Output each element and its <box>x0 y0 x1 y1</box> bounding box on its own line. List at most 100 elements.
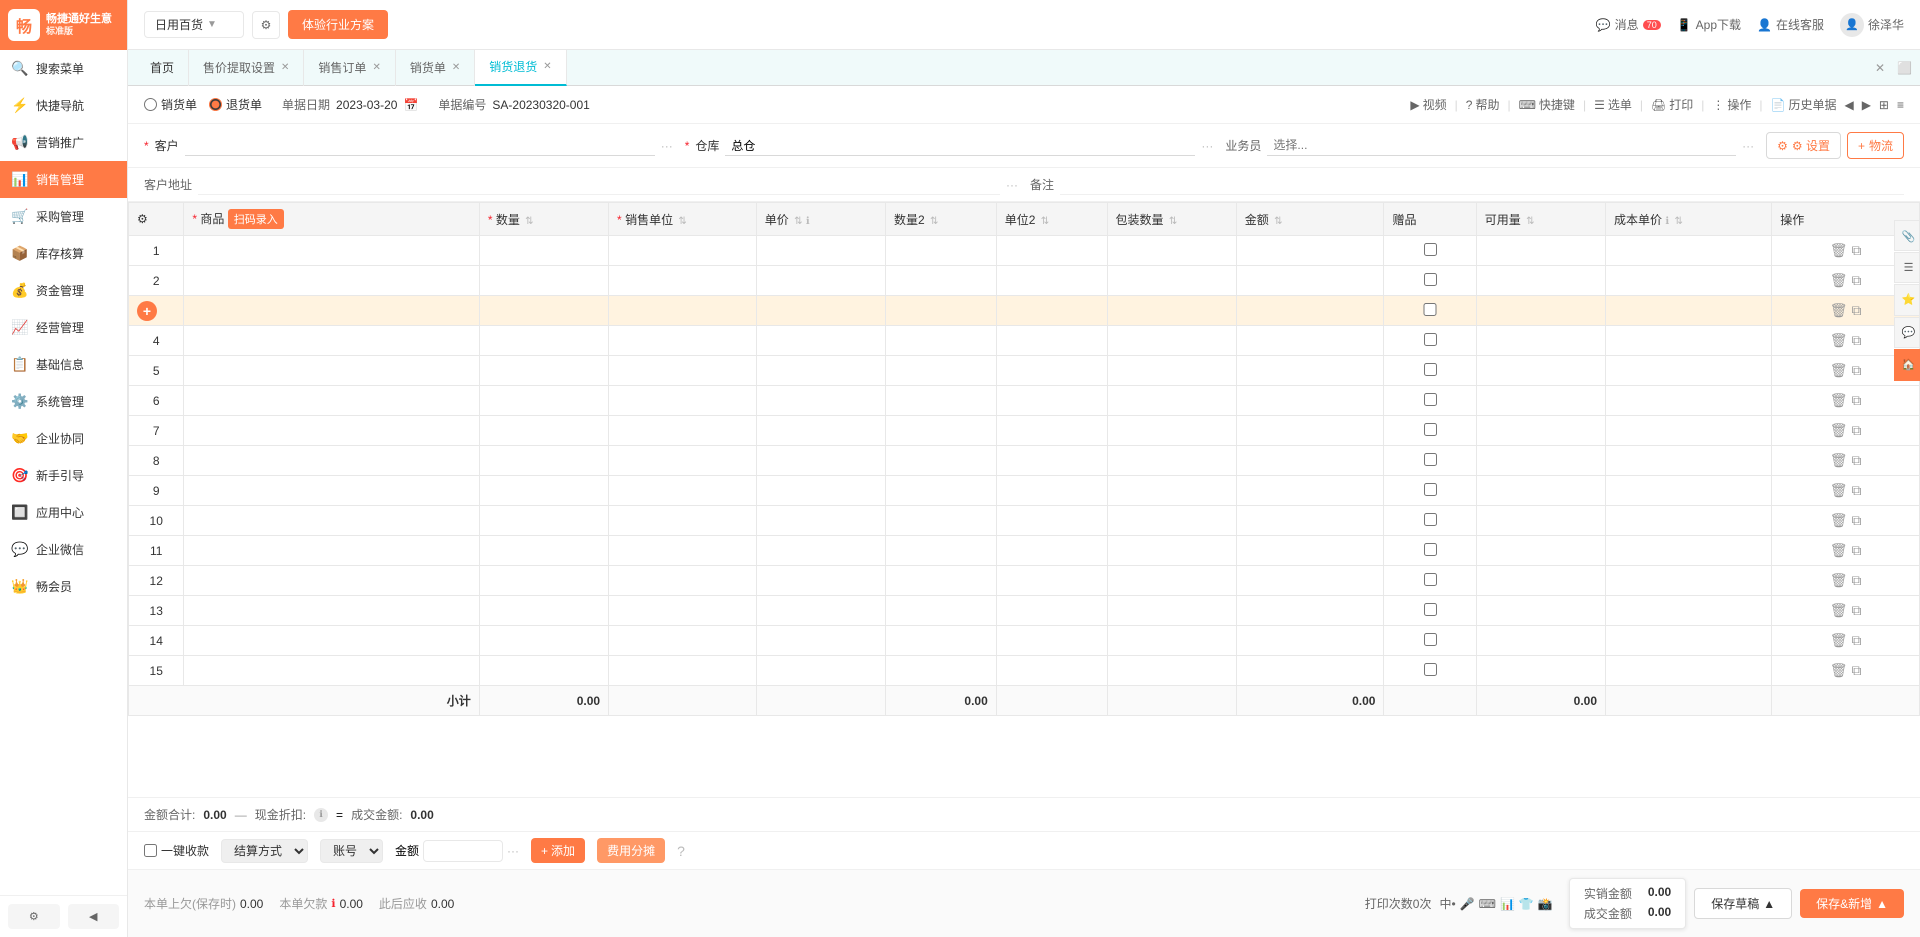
sidebar-item-operations[interactable]: 📈 经营管理 <box>0 309 127 346</box>
product-cell[interactable] <box>184 596 479 626</box>
right-btn-1[interactable]: 📎 <box>1894 220 1920 251</box>
radio-delivery[interactable]: 销货单 <box>144 96 197 113</box>
gift-cell[interactable] <box>1384 506 1476 536</box>
debit-info-icon[interactable]: ℹ <box>331 897 335 910</box>
qty2-cell[interactable] <box>885 296 996 326</box>
gift-cell[interactable] <box>1384 266 1476 296</box>
avail-cell[interactable] <box>1476 476 1605 506</box>
product-cell[interactable] <box>184 656 479 686</box>
avail-cell[interactable] <box>1476 386 1605 416</box>
sidebar-item-finance[interactable]: 💰 资金管理 <box>0 272 127 309</box>
qty2-cell[interactable] <box>885 566 996 596</box>
gift-checkbox[interactable] <box>1424 333 1437 346</box>
price-cell[interactable] <box>756 596 885 626</box>
customer-more-icon[interactable]: ··· <box>661 139 673 153</box>
gift-checkbox[interactable] <box>1424 573 1437 586</box>
sidebar-item-app[interactable]: 🔲 应用中心 <box>0 494 127 531</box>
list-view-btn[interactable]: ≡ <box>1897 98 1904 112</box>
qty-cell[interactable] <box>479 266 608 296</box>
qty-cell[interactable] <box>479 446 608 476</box>
sidebar-item-search[interactable]: 🔍 搜索菜单 <box>0 50 127 87</box>
price-cell[interactable] <box>756 536 885 566</box>
product-cell[interactable] <box>184 386 479 416</box>
product-cell[interactable] <box>184 626 479 656</box>
avail-cell[interactable] <box>1476 506 1605 536</box>
delete-icon[interactable]: 🗑 <box>1830 362 1848 379</box>
save-draft-button[interactable]: 保存草稿 ▲ <box>1694 888 1792 919</box>
tab-close-icon[interactable]: ✕ <box>281 62 289 73</box>
cost-cell[interactable] <box>1606 626 1772 656</box>
settings-side-btn[interactable]: ⚙ ⚙ 设置 <box>1766 132 1841 159</box>
delete-icon[interactable]: 🗑 <box>1830 422 1848 439</box>
delete-icon[interactable]: 🗑 <box>1830 602 1848 619</box>
copy-icon[interactable]: ⧉ <box>1851 272 1861 289</box>
pack-sort-icon[interactable]: ⇅ <box>1169 216 1177 227</box>
avail-cell[interactable] <box>1476 326 1605 356</box>
add-row-btn[interactable]: + <box>137 301 157 321</box>
unit2-cell[interactable] <box>996 326 1107 356</box>
amount-cell[interactable] <box>1236 356 1384 386</box>
price-cell[interactable] <box>756 506 885 536</box>
pack-cell[interactable] <box>1107 656 1236 686</box>
price-cell[interactable] <box>756 446 885 476</box>
cost-cell[interactable] <box>1606 326 1772 356</box>
avail-cell[interactable] <box>1476 566 1605 596</box>
copy-icon[interactable]: ⧉ <box>1851 362 1861 379</box>
gift-checkbox[interactable] <box>1424 483 1437 496</box>
tab-home[interactable]: 首页 <box>136 50 189 86</box>
amount-cell[interactable] <box>1236 626 1384 656</box>
pack-cell[interactable] <box>1107 326 1236 356</box>
copy-icon[interactable]: ⧉ <box>1851 632 1861 649</box>
unit-cell[interactable] <box>609 566 757 596</box>
unit2-cell[interactable] <box>996 656 1107 686</box>
pack-cell[interactable] <box>1107 476 1236 506</box>
fee-split-btn[interactable]: 费用分摊 <box>597 838 665 863</box>
qty2-cell[interactable] <box>885 626 996 656</box>
gift-checkbox[interactable] <box>1424 603 1437 616</box>
th-gear[interactable]: ⚙ <box>129 203 184 236</box>
product-cell[interactable] <box>184 326 479 356</box>
settlement-select[interactable]: 结算方式 <box>221 839 308 863</box>
unit-cell[interactable] <box>609 446 757 476</box>
delete-icon[interactable]: 🗑 <box>1830 542 1848 559</box>
tab-sales-return[interactable]: 销货退货 ✕ <box>475 50 566 86</box>
qty-cell[interactable] <box>479 356 608 386</box>
product-cell[interactable] <box>184 446 479 476</box>
price-cell[interactable] <box>756 386 885 416</box>
gift-checkbox[interactable] <box>1392 303 1467 316</box>
qty2-cell[interactable] <box>885 596 996 626</box>
unit-cell[interactable] <box>609 656 757 686</box>
unit-sort-icon[interactable]: ⇅ <box>678 216 686 227</box>
unit2-cell[interactable] <box>996 626 1107 656</box>
qty2-cell[interactable] <box>885 266 996 296</box>
tab-price-settings[interactable]: 售价提取设置 ✕ <box>189 50 304 86</box>
qty-cell[interactable] <box>479 536 608 566</box>
sidebar-item-newbie[interactable]: 🎯 新手引导 <box>0 457 127 494</box>
amount-cell[interactable] <box>1236 566 1384 596</box>
unit2-cell[interactable] <box>996 296 1107 326</box>
gift-cell[interactable] <box>1384 296 1476 326</box>
cost-cell[interactable] <box>1606 566 1772 596</box>
radio-return[interactable]: 退货单 <box>209 96 262 113</box>
gift-cell[interactable] <box>1384 356 1476 386</box>
tool1[interactable]: 🎤 <box>1460 897 1475 911</box>
qty2-cell[interactable] <box>885 476 996 506</box>
pack-cell[interactable] <box>1107 236 1236 266</box>
cost-cell[interactable] <box>1606 536 1772 566</box>
copy-icon[interactable]: ⧉ <box>1851 452 1861 469</box>
amount-cell[interactable] <box>1236 296 1384 326</box>
product-cell[interactable] <box>184 416 479 446</box>
qty-cell[interactable] <box>479 566 608 596</box>
copy-icon[interactable]: ⧉ <box>1851 482 1861 499</box>
gift-cell[interactable] <box>1384 446 1476 476</box>
header-settings-btn[interactable]: ⚙ <box>252 11 280 39</box>
gift-cell[interactable] <box>1384 626 1476 656</box>
amount-cell[interactable] <box>1236 536 1384 566</box>
calendar-icon[interactable]: 📅 <box>403 98 418 112</box>
salesperson-more-icon[interactable]: ··· <box>1742 139 1754 153</box>
address-more-icon[interactable]: ··· <box>1006 178 1018 192</box>
tool2[interactable]: ⌨ <box>1479 897 1496 911</box>
qty2-cell[interactable] <box>885 536 996 566</box>
price-cell[interactable] <box>756 656 885 686</box>
pack-cell[interactable] <box>1107 596 1236 626</box>
